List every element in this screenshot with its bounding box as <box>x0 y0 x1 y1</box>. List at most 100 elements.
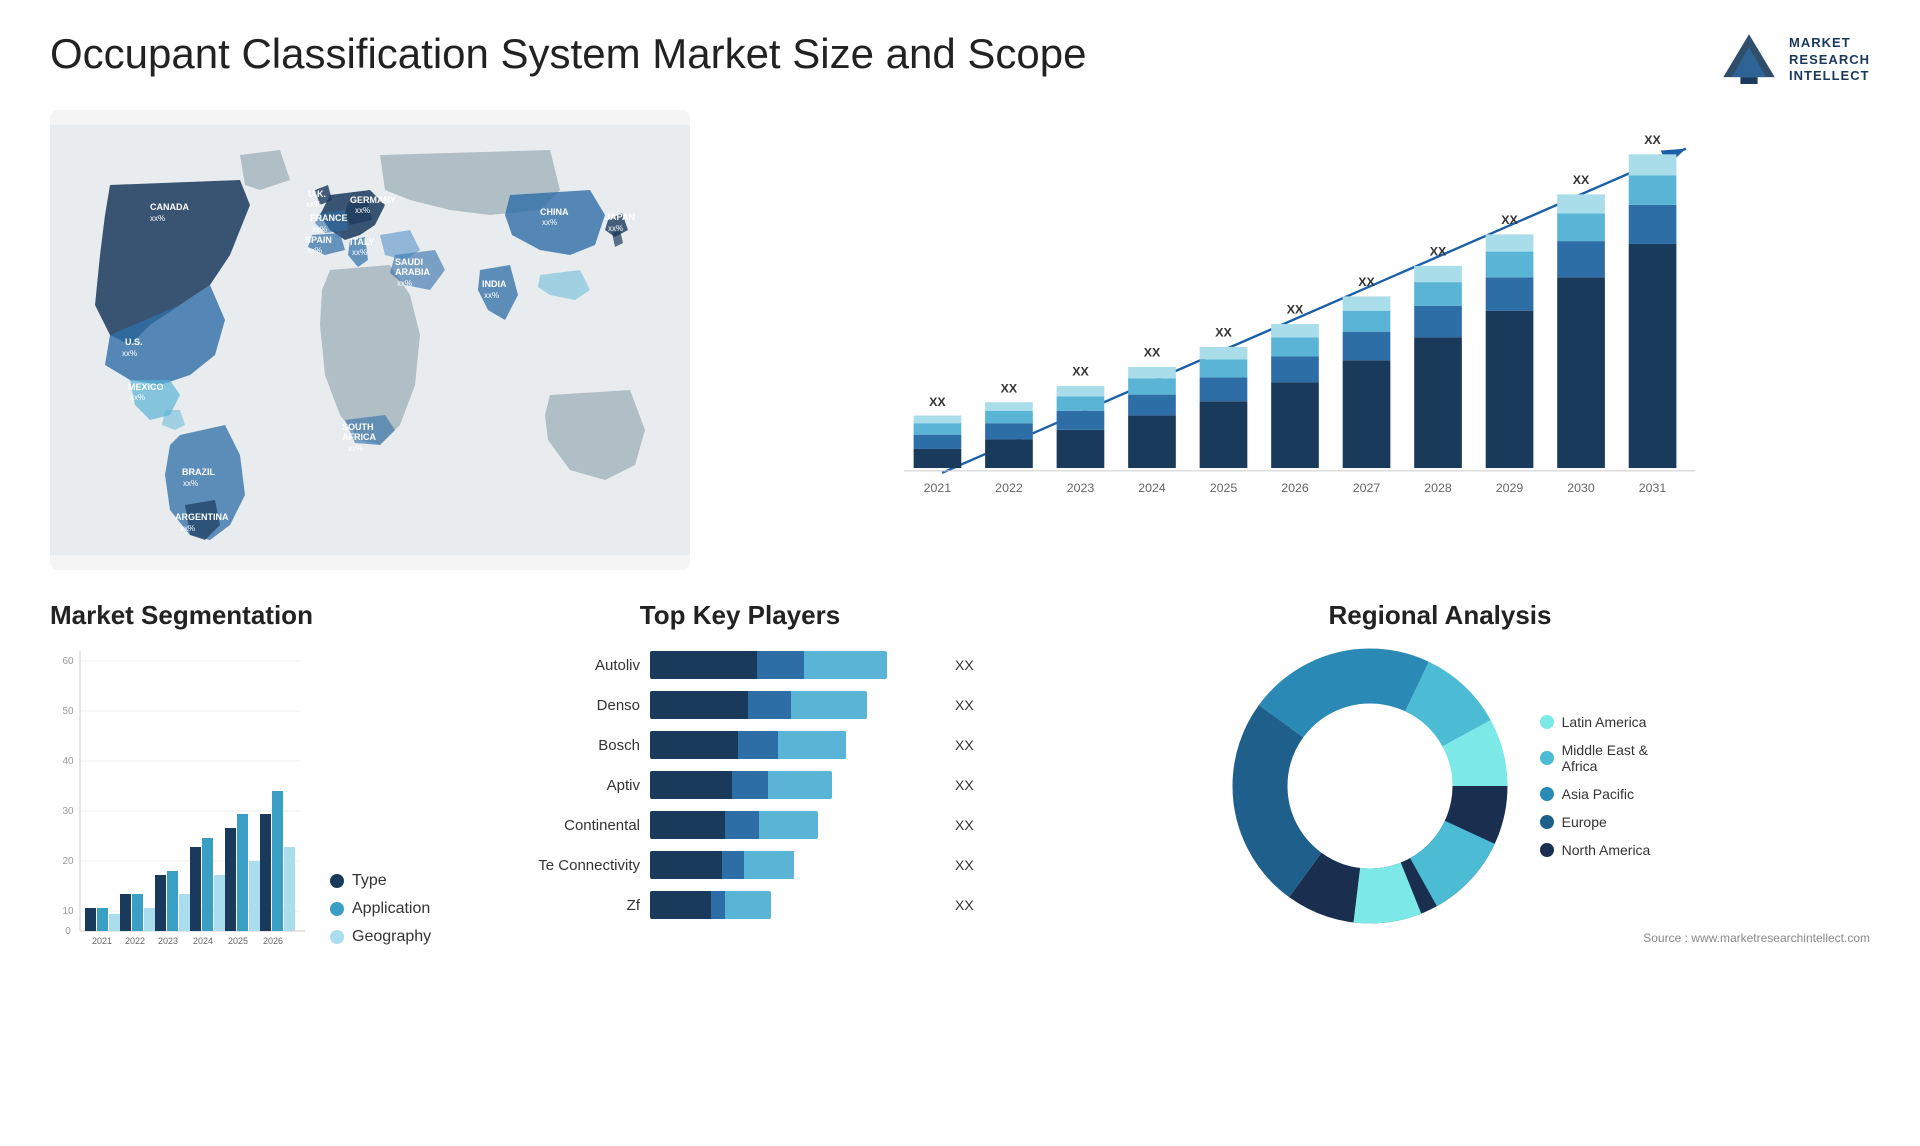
svg-text:BRAZIL: BRAZIL <box>182 467 215 477</box>
svg-text:SOUTH: SOUTH <box>342 422 374 432</box>
svg-text:INDIA: INDIA <box>482 279 507 289</box>
player-name-bosch: Bosch <box>500 737 640 754</box>
player-name-continental: Continental <box>500 817 640 834</box>
svg-text:XX: XX <box>1573 173 1590 187</box>
bar-chart-container: XX 2021 XX 2022 XX 2023 <box>720 110 1870 570</box>
player-val-continental: XX <box>955 817 980 833</box>
latin-america-dot <box>1540 715 1554 729</box>
player-bar-denso <box>650 691 939 719</box>
legend-europe: Europe <box>1540 814 1651 830</box>
segmentation-section: Market Segmentation 60 50 40 30 20 10 0 <box>50 600 470 1000</box>
europe-dot <box>1540 815 1554 829</box>
svg-text:2025: 2025 <box>228 936 248 946</box>
player-te-connectivity: Te Connectivity XX <box>500 851 980 879</box>
svg-text:xx%: xx% <box>150 214 165 223</box>
latin-america-label: Latin America <box>1562 714 1647 730</box>
svg-text:U.K.: U.K. <box>308 189 326 199</box>
svg-text:XX: XX <box>929 395 946 409</box>
svg-text:XX: XX <box>1358 275 1375 289</box>
north-america-label: North America <box>1562 842 1651 858</box>
north-america-dot <box>1540 843 1554 857</box>
legend-latin-america: Latin America <box>1540 714 1651 730</box>
svg-text:xx%: xx% <box>484 291 499 300</box>
svg-text:2025: 2025 <box>1210 481 1238 495</box>
middle-east-dot <box>1540 751 1554 765</box>
svg-text:XX: XX <box>1644 133 1661 147</box>
regional-content: Latin America Middle East &Africa Asia P… <box>1010 646 1870 926</box>
regional-title: Regional Analysis <box>1010 600 1870 631</box>
geo-dot <box>330 930 344 944</box>
logo: MARKET RESEARCH INTELLECT <box>1719 30 1870 90</box>
svg-text:0: 0 <box>65 926 71 937</box>
type-dot <box>330 874 344 888</box>
svg-text:xx%: xx% <box>608 224 623 233</box>
svg-text:FRANCE: FRANCE <box>310 213 348 223</box>
svg-text:2023: 2023 <box>158 936 178 946</box>
player-aptiv: Aptiv XX <box>500 771 980 799</box>
legend-type: Type <box>330 872 431 890</box>
middle-east-label: Middle East &Africa <box>1562 742 1648 774</box>
asia-pacific-dot <box>1540 787 1554 801</box>
svg-text:10: 10 <box>62 906 74 917</box>
svg-text:60: 60 <box>62 656 74 667</box>
svg-text:AFRICA: AFRICA <box>342 432 376 442</box>
svg-text:xx%: xx% <box>180 524 195 533</box>
players-section: Top Key Players Autoliv XX <box>500 600 980 1000</box>
svg-text:xx%: xx% <box>307 246 322 255</box>
svg-text:XX: XX <box>1501 213 1518 227</box>
svg-text:20: 20 <box>62 856 74 867</box>
player-continental: Continental XX <box>500 811 980 839</box>
svg-text:XX: XX <box>1144 345 1161 359</box>
svg-text:xx%: xx% <box>348 444 363 453</box>
svg-text:2029: 2029 <box>1496 481 1524 495</box>
player-name-aptiv: Aptiv <box>500 777 640 794</box>
svg-text:2024: 2024 <box>193 936 213 946</box>
player-bar-bosch <box>650 731 939 759</box>
svg-text:2030: 2030 <box>1567 481 1595 495</box>
player-val-bosch: XX <box>955 737 980 753</box>
players-title: Top Key Players <box>500 600 980 631</box>
svg-text:xx%: xx% <box>183 479 198 488</box>
svg-text:2028: 2028 <box>1424 481 1452 495</box>
svg-text:2022: 2022 <box>125 936 145 946</box>
logo-text: MARKET RESEARCH INTELLECT <box>1789 35 1870 86</box>
asia-pacific-label: Asia Pacific <box>1562 786 1634 802</box>
svg-text:xx%: xx% <box>355 206 370 215</box>
svg-text:2031: 2031 <box>1639 481 1667 495</box>
svg-text:GERMANY: GERMANY <box>350 195 396 205</box>
svg-text:2024: 2024 <box>1138 481 1166 495</box>
player-autoliv: Autoliv XX <box>500 651 980 679</box>
player-val-aptiv: XX <box>955 777 980 793</box>
svg-text:xx%: xx% <box>542 218 557 227</box>
svg-text:U.S.: U.S. <box>125 337 143 347</box>
player-val-autoliv: XX <box>955 657 980 673</box>
svg-text:xx%: xx% <box>122 349 137 358</box>
svg-text:xx%: xx% <box>306 200 321 209</box>
svg-text:XX: XX <box>1430 244 1447 258</box>
svg-text:XX: XX <box>1287 303 1304 317</box>
player-bar-aptiv <box>650 771 939 799</box>
legend-asia-pacific: Asia Pacific <box>1540 786 1651 802</box>
svg-text:xx%: xx% <box>130 393 145 402</box>
svg-text:40: 40 <box>62 756 74 767</box>
svg-text:CHINA: CHINA <box>540 207 569 217</box>
svg-text:ITALY: ITALY <box>350 237 375 247</box>
player-bar-autoliv <box>650 651 939 679</box>
source-text: Source : www.marketresearchintellect.com <box>1010 931 1870 945</box>
player-val-denso: XX <box>955 697 980 713</box>
app-dot <box>330 902 344 916</box>
player-val-zf: XX <box>955 897 980 913</box>
player-name-zf: Zf <box>500 897 640 914</box>
svg-text:2027: 2027 <box>1353 481 1381 495</box>
legend-geography: Geography <box>330 928 431 946</box>
legend-geo-label: Geography <box>352 928 431 946</box>
player-bar-continental <box>650 811 939 839</box>
svg-text:xx%: xx% <box>352 248 367 257</box>
page: Occupant Classification System Market Si… <box>0 0 1920 1146</box>
top-section: CANADA xx% U.S. xx% MEXICO xx% BRAZIL xx… <box>50 110 1870 570</box>
svg-text:SAUDI: SAUDI <box>395 257 423 267</box>
legend-app-label: Application <box>352 900 430 918</box>
donut-chart <box>1230 646 1510 926</box>
header: Occupant Classification System Market Si… <box>50 30 1870 90</box>
player-name-denso: Denso <box>500 697 640 714</box>
